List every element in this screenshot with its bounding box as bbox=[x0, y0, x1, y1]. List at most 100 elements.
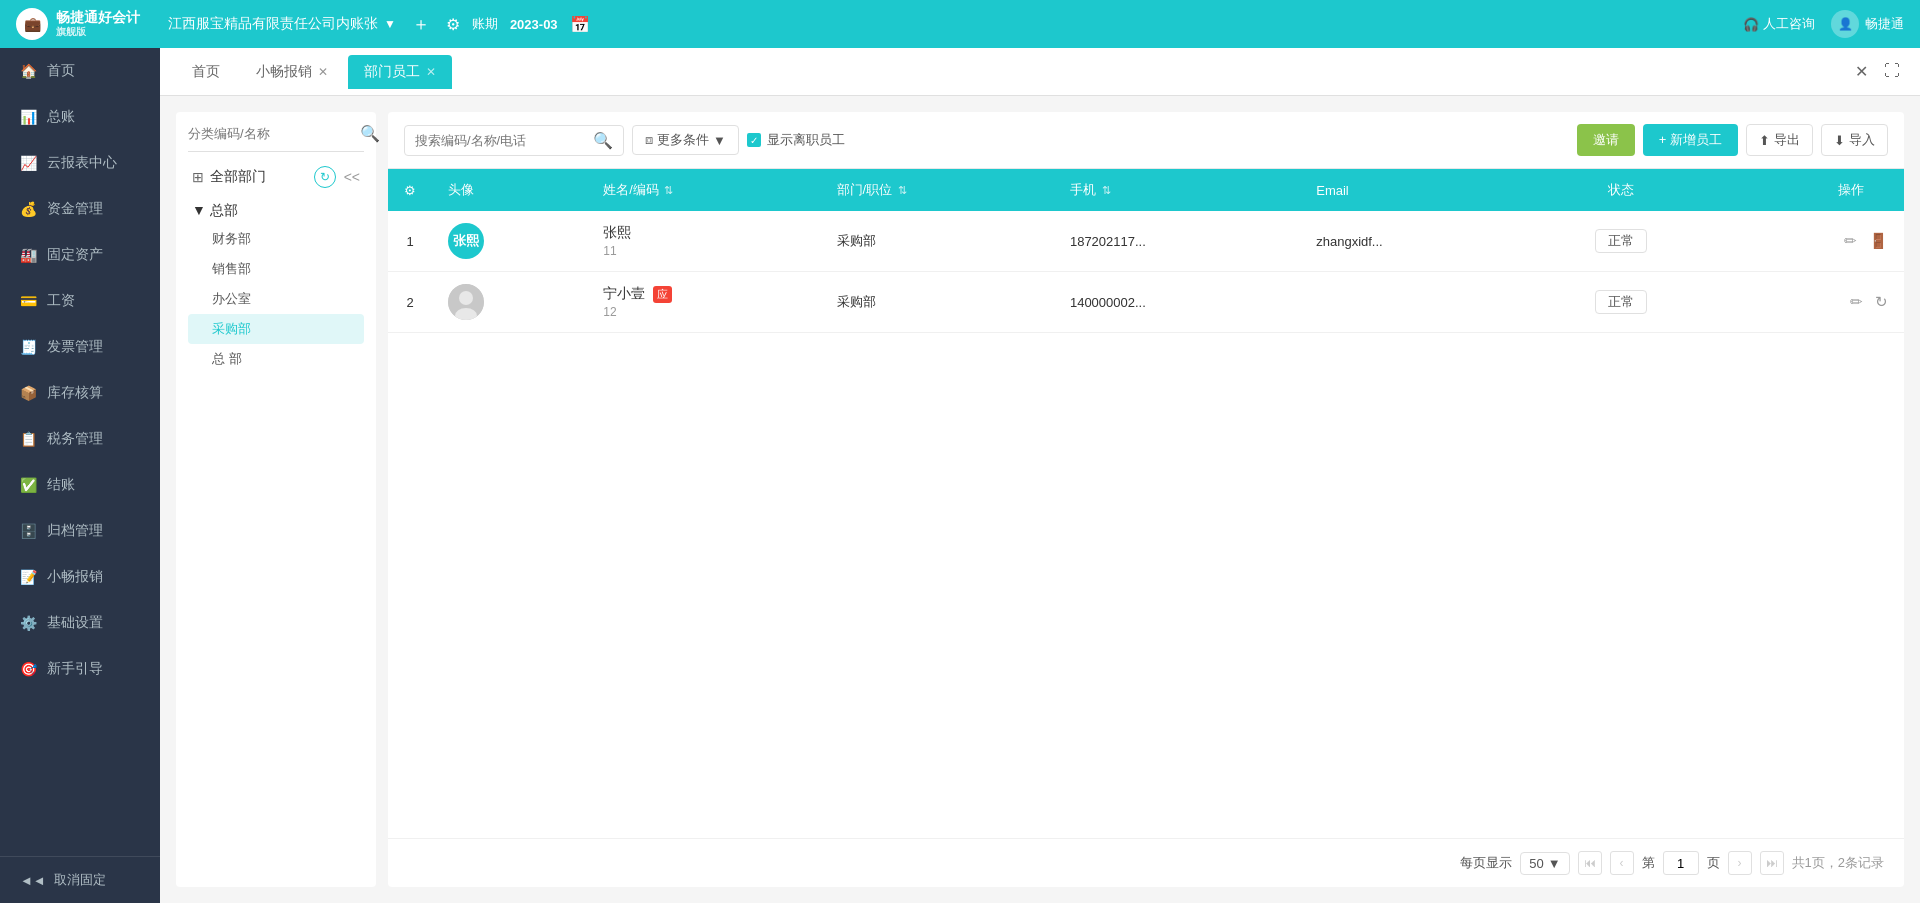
collapse-dept-icon[interactable]: << bbox=[344, 169, 360, 185]
company-name: 江西服宝精品有限责任公司内账张 bbox=[168, 15, 378, 33]
employee-name-2: 宁小壹 bbox=[603, 285, 645, 303]
add-employee-button[interactable]: + 新增员工 bbox=[1643, 124, 1738, 156]
unpin-sidebar-button[interactable]: ◄◄ ◄◄ 取消固定 取消固定 bbox=[0, 856, 160, 903]
ledger-icon: 📊 bbox=[20, 109, 37, 125]
more-filter-button[interactable]: ⧈ 更多条件 ▼ bbox=[632, 125, 739, 155]
show-resigned-label: 显示离职员工 bbox=[767, 131, 845, 149]
edit-icon-1[interactable]: ✏ bbox=[1844, 232, 1857, 250]
row-email-2 bbox=[1300, 272, 1525, 333]
row-index-2: 2 bbox=[388, 272, 432, 333]
page-last-button[interactable]: ⏭ bbox=[1760, 851, 1784, 875]
sidebar-item-archive[interactable]: 🗄️ 归档管理 bbox=[0, 508, 160, 554]
logout-icon-1[interactable]: 🚪 bbox=[1869, 232, 1888, 250]
dept-item-purchase[interactable]: 采购部 bbox=[188, 314, 364, 344]
page-size-chevron-icon: ▼ bbox=[1548, 856, 1561, 871]
sidebar-item-label: 归档管理 bbox=[47, 522, 103, 540]
sidebar-item-tax[interactable]: 📋 税务管理 bbox=[0, 416, 160, 462]
page-first-button[interactable]: ⏮ bbox=[1578, 851, 1602, 875]
calendar-icon[interactable]: 📅 bbox=[570, 15, 590, 34]
dept-search-input[interactable] bbox=[188, 126, 356, 141]
user-area[interactable]: 👤 畅捷通 bbox=[1831, 10, 1904, 38]
page-next-button[interactable]: › bbox=[1728, 851, 1752, 875]
row-name-code-2: 宁小壹 应 12 bbox=[587, 272, 820, 333]
period-label: 账期 bbox=[472, 15, 498, 33]
tab-expense-close-icon[interactable]: ✕ bbox=[318, 65, 328, 79]
add-company-button[interactable]: ＋ bbox=[408, 8, 434, 40]
row-name-code-1: 张熙 11 bbox=[587, 211, 820, 272]
import-button[interactable]: ⬇ 导入 bbox=[1821, 124, 1888, 156]
page-size-select[interactable]: 50 ▼ bbox=[1520, 852, 1569, 875]
support-label: 人工咨询 bbox=[1763, 15, 1815, 33]
invite-button[interactable]: 邀请 bbox=[1577, 124, 1635, 156]
dept-item-finance[interactable]: 财务部 bbox=[188, 224, 364, 254]
employee-code-2: 12 bbox=[603, 305, 672, 319]
expand-icon[interactable]: ⛶ bbox=[1880, 58, 1904, 85]
sidebar-item-guide[interactable]: 🎯 新手引导 bbox=[0, 646, 160, 692]
import-icon: ⬇ bbox=[1834, 133, 1845, 148]
pagination: 每页显示 50 ▼ ⏮ ‹ 第 页 › ⏭ 共1页，2条记录 bbox=[388, 838, 1904, 887]
page-size-value: 50 bbox=[1529, 856, 1543, 871]
page-input[interactable] bbox=[1663, 851, 1699, 875]
dept-item-hq[interactable]: 总 部 bbox=[188, 344, 364, 374]
filter-label: 更多条件 bbox=[657, 131, 709, 149]
sidebar-item-ledger[interactable]: 📊 总账 bbox=[0, 94, 160, 140]
dept-search-icon[interactable]: 🔍 bbox=[360, 124, 380, 143]
export-button[interactable]: ⬆ 导出 bbox=[1746, 124, 1813, 156]
tag-apply-2: 应 bbox=[653, 286, 672, 303]
sidebar-item-capital[interactable]: 💰 资金管理 bbox=[0, 186, 160, 232]
sidebar-item-home[interactable]: 🏠 首页 bbox=[0, 48, 160, 94]
user-name: 畅捷通 bbox=[1865, 15, 1904, 33]
tab-expense[interactable]: 小畅报销 ✕ bbox=[240, 55, 344, 89]
table-header-mobile[interactable]: 手机 ⇅ bbox=[1054, 169, 1300, 211]
expense-icon: 📝 bbox=[20, 569, 37, 585]
sidebar-item-reports[interactable]: 📈 云报表中心 bbox=[0, 140, 160, 186]
logo-icon: 💼 bbox=[16, 8, 48, 40]
row-dept-2: 采购部 bbox=[821, 272, 1054, 333]
employee-search-box[interactable]: 🔍 bbox=[404, 125, 624, 156]
all-departments-row[interactable]: ⊞ 全部部门 ↻ << bbox=[188, 160, 364, 194]
sidebar-item-label: 结账 bbox=[47, 476, 75, 494]
employee-name-1: 张熙 bbox=[603, 224, 804, 242]
company-selector[interactable]: 江西服宝精品有限责任公司内账张 ▼ bbox=[168, 15, 396, 33]
tab-home[interactable]: 首页 bbox=[176, 55, 236, 89]
sidebar-item-settings[interactable]: ⚙️ 基础设置 bbox=[0, 600, 160, 646]
sidebar-item-fixed-assets[interactable]: 🏭 固定资产 bbox=[0, 232, 160, 278]
table-header-settings[interactable]: ⚙ bbox=[388, 169, 432, 211]
sidebar-item-expense[interactable]: 📝 小畅报销 bbox=[0, 554, 160, 600]
status-badge-1: 正常 bbox=[1595, 229, 1647, 253]
dept-search: 🔍 bbox=[188, 124, 364, 152]
edit-icon-2[interactable]: ✏ bbox=[1850, 293, 1863, 311]
tab-home-label: 首页 bbox=[192, 63, 220, 81]
sidebar-item-settlement[interactable]: ✅ 结账 bbox=[0, 462, 160, 508]
sidebar-item-inventory[interactable]: 📦 库存核算 bbox=[0, 370, 160, 416]
filter-icon: ⧈ bbox=[645, 132, 653, 148]
tab-dept-emp[interactable]: 部门员工 ✕ bbox=[348, 55, 452, 89]
import-label: 导入 bbox=[1849, 131, 1875, 149]
employee-search-input[interactable] bbox=[415, 133, 587, 148]
tab-dept-emp-close-icon[interactable]: ✕ bbox=[426, 65, 436, 79]
header-right: 🎧 人工咨询 👤 畅捷通 bbox=[1743, 10, 1904, 38]
sidebar-item-salary[interactable]: 💳 工资 bbox=[0, 278, 160, 324]
app-sub: 旗舰版 bbox=[56, 25, 140, 39]
table-header-email: Email bbox=[1300, 169, 1525, 211]
table-row: 1 张熙 张熙 11 采购部 bbox=[388, 211, 1904, 272]
row-index-1: 1 bbox=[388, 211, 432, 272]
row-actions-2: ✏ ↻ bbox=[1717, 272, 1904, 333]
emp-toolbar: 🔍 ⧈ 更多条件 ▼ ✓ 显示离职员工 邀请 bbox=[388, 112, 1904, 169]
close-window-icon[interactable]: ✕ bbox=[1851, 58, 1872, 85]
page-prev-button[interactable]: ‹ bbox=[1610, 851, 1634, 875]
support-button[interactable]: 🎧 人工咨询 bbox=[1743, 15, 1815, 33]
period-value: 2023-03 bbox=[510, 17, 558, 32]
dept-item-sales[interactable]: 销售部 bbox=[188, 254, 364, 284]
chevron-down-icon: ▼ bbox=[384, 17, 396, 31]
dept-item-office[interactable]: 办公室 bbox=[188, 284, 364, 314]
sidebar-item-invoice[interactable]: 🧾 发票管理 bbox=[0, 324, 160, 370]
table-header-name-code[interactable]: 姓名/编码 ⇅ bbox=[587, 169, 820, 211]
refresh-dept-icon[interactable]: ↻ bbox=[314, 166, 336, 188]
table-header-dept-position[interactable]: 部门/职位 ⇅ bbox=[821, 169, 1054, 211]
refresh-icon-2[interactable]: ↻ bbox=[1875, 293, 1888, 311]
all-departments-label: 全部部门 bbox=[210, 168, 266, 186]
employee-search-icon[interactable]: 🔍 bbox=[593, 131, 613, 150]
settings-icon[interactable]: ⚙ bbox=[446, 15, 460, 34]
show-resigned-checkbox[interactable]: ✓ 显示离职员工 bbox=[747, 131, 845, 149]
